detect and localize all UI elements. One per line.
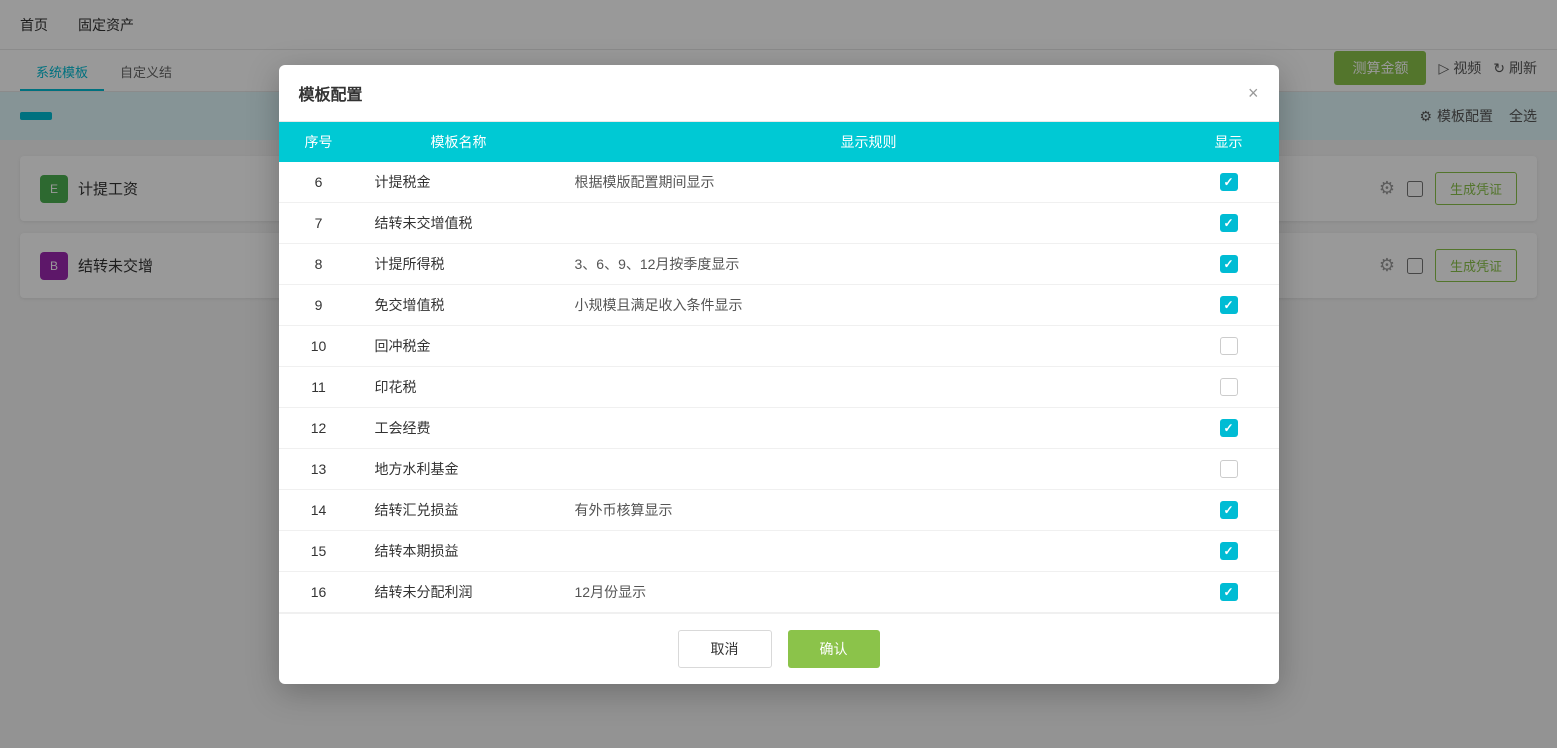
checkbox-checked-3[interactable] [1220,296,1238,314]
cell-rule-10: 12月份显示 [559,571,1179,612]
cell-name-3: 免交增值税 [359,284,559,325]
cancel-button[interactable]: 取消 [678,630,772,668]
checkbox-checked-6[interactable] [1220,419,1238,437]
cell-rule-8: 有外币核算显示 [559,489,1179,530]
checkbox-wrapper-1 [1195,214,1263,232]
checkbox-wrapper-3 [1195,296,1263,314]
checkbox-wrapper-9 [1195,542,1263,560]
checkbox-checked-1[interactable] [1220,214,1238,232]
modal-body: 序号 模板名称 显示规则 显示 6计提税金根据模版配置期间显示7结转未交增值税8… [279,122,1279,613]
th-id: 序号 [279,122,359,162]
cell-id-2: 8 [279,243,359,284]
cell-check-2 [1179,243,1279,284]
checkbox-checked-0[interactable] [1220,173,1238,191]
table-row: 8计提所得税3、6、9、12月按季度显示 [279,243,1279,284]
cell-rule-4 [559,325,1179,366]
checkbox-wrapper-0 [1195,173,1263,191]
cell-rule-9 [559,530,1179,571]
checkbox-checked-9[interactable] [1220,542,1238,560]
modal-title: 模板配置 [299,81,363,105]
th-rule: 显示规则 [559,122,1179,162]
cell-check-8 [1179,489,1279,530]
cell-name-5: 印花税 [359,366,559,407]
cell-name-1: 结转未交增值税 [359,202,559,243]
checkbox-wrapper-10 [1195,583,1263,601]
cell-name-4: 回冲税金 [359,325,559,366]
cell-name-6: 工会经费 [359,407,559,448]
modal-overlay: 模板配置 × 序号 模板名称 显示规则 显示 6计提税金根据模版配置期间显示7结… [0,0,1557,748]
cell-id-8: 14 [279,489,359,530]
modal-close-button[interactable]: × [1248,84,1259,102]
checkbox-checked-2[interactable] [1220,255,1238,273]
table-row: 6计提税金根据模版配置期间显示 [279,162,1279,203]
table-row: 7结转未交增值税 [279,202,1279,243]
cell-id-4: 10 [279,325,359,366]
cell-id-9: 15 [279,530,359,571]
cell-check-7 [1179,448,1279,489]
cell-id-3: 9 [279,284,359,325]
cell-rule-1 [559,202,1179,243]
cell-id-10: 16 [279,571,359,612]
checkbox-unchecked-4[interactable] [1220,337,1238,355]
cell-id-7: 13 [279,448,359,489]
table-row: 13地方水利基金 [279,448,1279,489]
cell-check-0 [1179,162,1279,203]
cell-check-10 [1179,571,1279,612]
table-row: 16结转未分配利润12月份显示 [279,571,1279,612]
table-row: 9免交增值税小规模且满足收入条件显示 [279,284,1279,325]
cell-check-3 [1179,284,1279,325]
table-row: 10回冲税金 [279,325,1279,366]
th-display: 显示 [1179,122,1279,162]
cell-rule-3: 小规模且满足收入条件显示 [559,284,1179,325]
checkbox-checked-8[interactable] [1220,501,1238,519]
cell-check-6 [1179,407,1279,448]
table-row: 11印花税 [279,366,1279,407]
checkbox-unchecked-5[interactable] [1220,378,1238,396]
cell-id-0: 6 [279,162,359,203]
cell-id-6: 12 [279,407,359,448]
th-name: 模板名称 [359,122,559,162]
cell-rule-6 [559,407,1179,448]
table-body: 6计提税金根据模版配置期间显示7结转未交增值税8计提所得税3、6、9、12月按季… [279,162,1279,613]
cell-name-2: 计提所得税 [359,243,559,284]
cell-check-9 [1179,530,1279,571]
cell-name-7: 地方水利基金 [359,448,559,489]
checkbox-wrapper-6 [1195,419,1263,437]
checkbox-wrapper-2 [1195,255,1263,273]
cell-rule-5 [559,366,1179,407]
cell-id-5: 11 [279,366,359,407]
template-config-modal: 模板配置 × 序号 模板名称 显示规则 显示 6计提税金根据模版配置期间显示7结… [279,65,1279,684]
table-head: 序号 模板名称 显示规则 显示 [279,122,1279,162]
cell-name-8: 结转汇兑损益 [359,489,559,530]
table-row: 12工会经费 [279,407,1279,448]
cell-name-9: 结转本期损益 [359,530,559,571]
modal-footer: 取消 确认 [279,613,1279,684]
cell-id-1: 7 [279,202,359,243]
cell-rule-7 [559,448,1179,489]
cell-check-5 [1179,366,1279,407]
cell-check-1 [1179,202,1279,243]
cell-name-10: 结转未分配利润 [359,571,559,612]
checkbox-wrapper-7 [1195,460,1263,478]
table-row: 15结转本期损益 [279,530,1279,571]
cell-check-4 [1179,325,1279,366]
cell-rule-2: 3、6、9、12月按季度显示 [559,243,1179,284]
template-table: 序号 模板名称 显示规则 显示 6计提税金根据模版配置期间显示7结转未交增值税8… [279,122,1279,613]
checkbox-wrapper-4 [1195,337,1263,355]
cell-rule-0: 根据模版配置期间显示 [559,162,1179,203]
checkbox-wrapper-5 [1195,378,1263,396]
cell-name-0: 计提税金 [359,162,559,203]
confirm-button[interactable]: 确认 [788,630,880,668]
checkbox-wrapper-8 [1195,501,1263,519]
checkbox-unchecked-7[interactable] [1220,460,1238,478]
checkbox-checked-10[interactable] [1220,583,1238,601]
modal-header: 模板配置 × [279,65,1279,122]
table-row: 14结转汇兑损益有外币核算显示 [279,489,1279,530]
